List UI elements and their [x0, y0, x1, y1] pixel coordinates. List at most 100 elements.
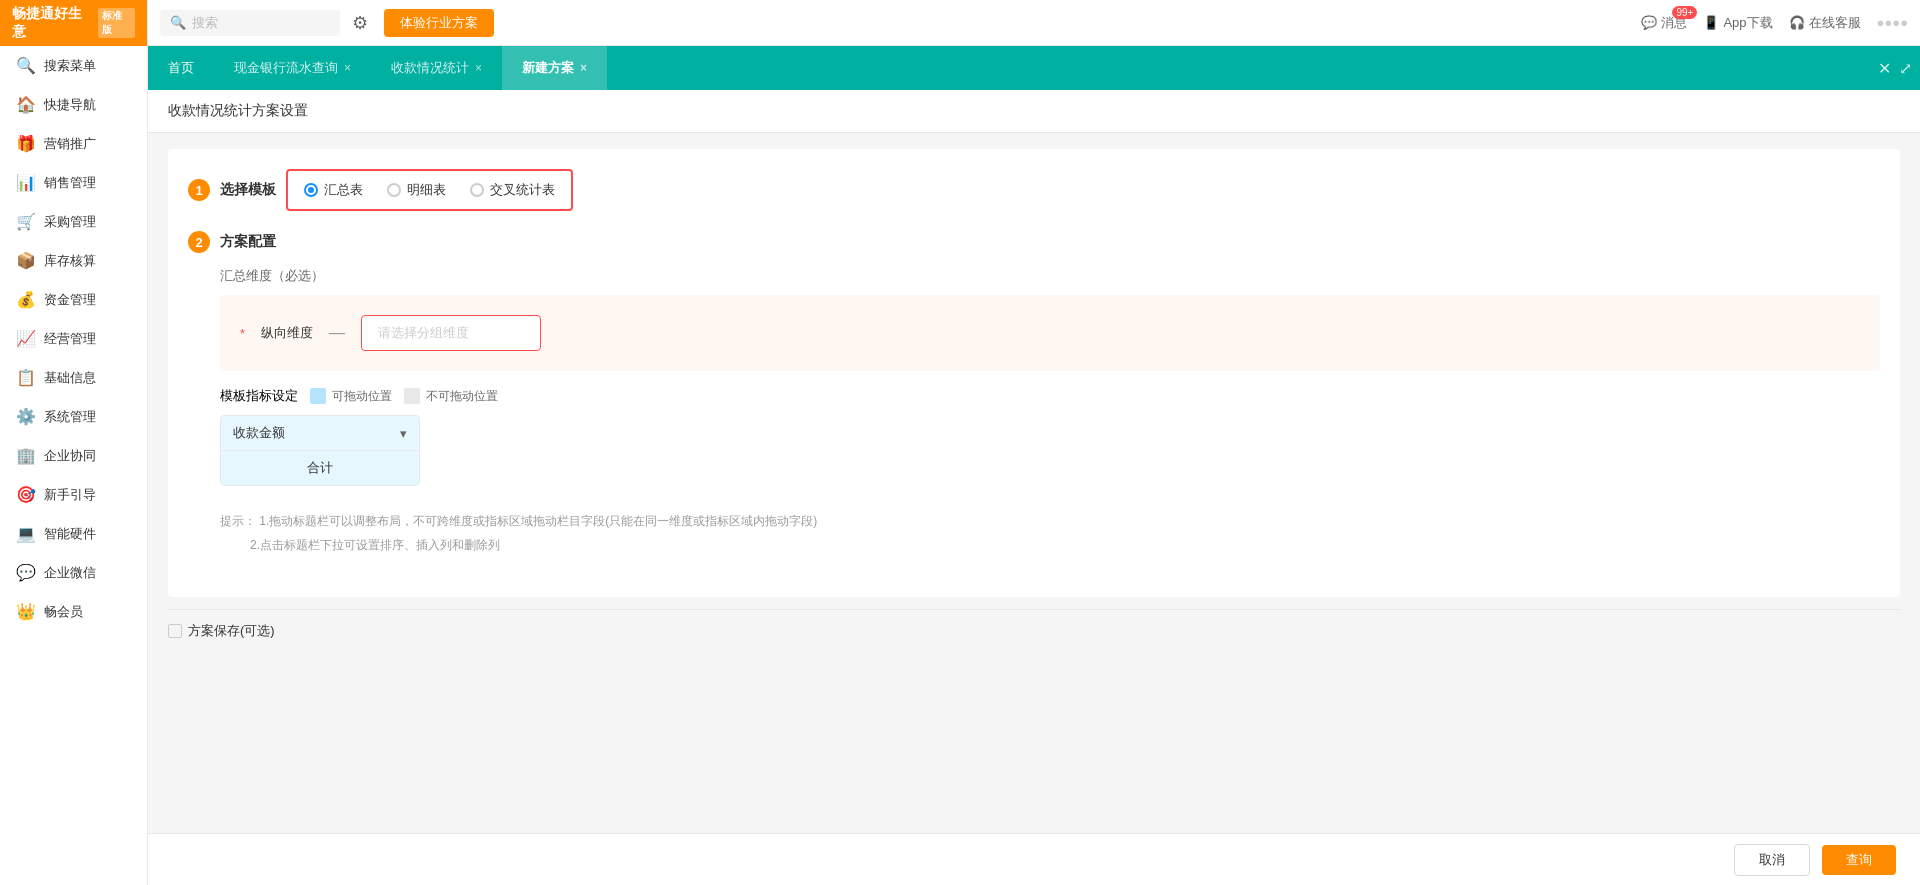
- sidebar-item-inventory[interactable]: 📦 库存核算: [0, 241, 147, 280]
- radio-cross-circle: [470, 183, 484, 197]
- user-avatar: ●●●●: [1877, 15, 1908, 30]
- legend-draggable-color: [310, 388, 326, 404]
- query-button[interactable]: 查询: [1822, 845, 1896, 875]
- settings-panel: 1 选择模板 汇总表 明细表: [168, 149, 1900, 597]
- sidebar-item-label: 企业协同: [44, 447, 96, 465]
- sidebar-item-smart-hw[interactable]: 💻 智能硬件: [0, 514, 147, 553]
- message-btn[interactable]: 💬 消息 99+: [1641, 14, 1687, 32]
- tab-bank-flow-close[interactable]: ×: [344, 61, 351, 75]
- sidebar-item-label: 采购管理: [44, 213, 96, 231]
- dimension-area: * 纵向维度 — 请选择分组维度: [220, 295, 1880, 371]
- page-content: 收款情况统计方案设置 1 选择模板 汇总表: [148, 90, 1920, 885]
- sidebar-item-member[interactable]: 👑 畅会员: [0, 592, 147, 631]
- sidebar-item-guide[interactable]: 🎯 新手引导: [0, 475, 147, 514]
- sidebar-item-label: 销售管理: [44, 174, 96, 192]
- page-header: 收款情况统计方案设置: [148, 90, 1920, 133]
- sales-icon: 📊: [16, 173, 36, 192]
- version-tag: 标准版: [98, 8, 135, 38]
- tab-new-plan-close[interactable]: ×: [580, 61, 587, 75]
- radio-summary-circle: [304, 183, 318, 197]
- search-bar[interactable]: 🔍 搜索: [160, 10, 340, 36]
- smart-hw-icon: 💻: [16, 524, 36, 543]
- inventory-icon: 📦: [16, 251, 36, 270]
- user-menu[interactable]: ●●●●: [1877, 15, 1908, 30]
- metrics-label-row: 模板指标设定 可拖动位置 不可拖动位置: [220, 387, 1880, 405]
- metrics-table-cell: 合计: [221, 451, 419, 485]
- step1-label: 选择模板: [220, 181, 276, 199]
- gear-icon[interactable]: ⚙: [348, 12, 372, 34]
- close-window-icon[interactable]: ✕: [1878, 59, 1891, 78]
- sidebar-item-sales[interactable]: 📊 销售管理: [0, 163, 147, 202]
- sidebar-item-label: 系统管理: [44, 408, 96, 426]
- sidebar-item-finance[interactable]: 💰 资金管理: [0, 280, 147, 319]
- sidebar-item-label: 搜索菜单: [44, 57, 96, 75]
- sidebar-item-wechat[interactable]: 💬 企业微信: [0, 553, 147, 592]
- sidebar-item-label: 基础信息: [44, 369, 96, 387]
- metrics-section-label: 模板指标设定: [220, 387, 298, 405]
- dimension-arrow: —: [329, 324, 345, 342]
- legend-nodrag-color: [404, 388, 420, 404]
- sidebar-item-label: 智能硬件: [44, 525, 96, 543]
- metrics-table-header[interactable]: 收款金额 ▾: [221, 416, 419, 451]
- tab-bank-flow[interactable]: 现金银行流水查询 ×: [214, 46, 371, 90]
- sidebar-item-label: 经营管理: [44, 330, 96, 348]
- search-placeholder: 搜索: [192, 14, 218, 32]
- tabbar: 首页 现金银行流水查询 × 收款情况统计 × 新建方案 × ✕ ⤢: [148, 46, 1920, 90]
- support-icon: 🎧: [1789, 15, 1805, 30]
- tab-home[interactable]: 首页: [148, 46, 214, 90]
- tab-collection-stat-label: 收款情况统计: [391, 59, 469, 77]
- member-icon: 👑: [16, 602, 36, 621]
- topbar-right: 💬 消息 99+ 📱 App下载 🎧 在线客服 ●●●●: [1641, 14, 1908, 32]
- sidebar-item-marketing[interactable]: 🎁 营销推广: [0, 124, 147, 163]
- radio-cross[interactable]: 交叉统计表: [470, 181, 555, 199]
- tab-bank-flow-label: 现金银行流水查询: [234, 59, 338, 77]
- radio-detail-label: 明细表: [407, 181, 446, 199]
- step2-number: 2: [188, 231, 210, 253]
- save-section: 方案保存(可选): [168, 609, 1900, 652]
- maximize-window-icon[interactable]: ⤢: [1899, 59, 1912, 78]
- legend-nodrag: 不可拖动位置: [404, 388, 498, 405]
- dimension-row: * 纵向维度 — 请选择分组维度: [240, 315, 1860, 351]
- basic-info-icon: 📋: [16, 368, 36, 387]
- save-checkbox[interactable]: 方案保存(可选): [168, 622, 1900, 640]
- enterprise-icon: 🏢: [16, 446, 36, 465]
- tips-section: 提示： 1.拖动标题栏可以调整布局，不可跨维度或指标区域拖动栏目字段(只能在同一…: [220, 509, 1880, 557]
- search-icon: 🔍: [170, 15, 186, 30]
- radio-cross-label: 交叉统计表: [490, 181, 555, 199]
- sidebar-item-search-menu[interactable]: 🔍 搜索菜单: [0, 46, 147, 85]
- sidebar-item-basic-info[interactable]: 📋 基础信息: [0, 358, 147, 397]
- radio-summary-label: 汇总表: [324, 181, 363, 199]
- step1-section: 1 选择模板 汇总表 明细表: [188, 169, 1880, 211]
- legend-nodrag-label: 不可拖动位置: [426, 388, 498, 405]
- app-download-btn[interactable]: 📱 App下载: [1703, 14, 1772, 32]
- radio-detail-circle: [387, 183, 401, 197]
- sidebar: 畅捷通好生意 标准版 🔍 搜索菜单 🏠 快捷导航 🎁 营销推广 📊 销售管理 🛒…: [0, 0, 148, 885]
- save-checkbox-box[interactable]: [168, 624, 182, 638]
- finance-icon: 💰: [16, 290, 36, 309]
- sidebar-item-system[interactable]: ⚙️ 系统管理: [0, 397, 147, 436]
- sidebar-item-operation[interactable]: 📈 经营管理: [0, 319, 147, 358]
- sidebar-item-quick-nav[interactable]: 🏠 快捷导航: [0, 85, 147, 124]
- sidebar-item-purchase[interactable]: 🛒 采购管理: [0, 202, 147, 241]
- save-checkbox-label: 方案保存(可选): [188, 622, 275, 640]
- tip2: 2.点击标题栏下拉可设置排序、插入列和删除列: [220, 533, 1880, 557]
- metrics-dropdown-icon[interactable]: ▾: [400, 426, 407, 441]
- tab-collection-stat[interactable]: 收款情况统计 ×: [371, 46, 502, 90]
- tab-collection-stat-close[interactable]: ×: [475, 61, 482, 75]
- sidebar-item-label: 企业微信: [44, 564, 96, 582]
- step1-number: 1: [188, 179, 210, 201]
- industry-btn[interactable]: 体验行业方案: [384, 9, 494, 37]
- tab-new-plan[interactable]: 新建方案 ×: [502, 46, 607, 90]
- tip2-text: 2.点击标题栏下拉可设置排序、插入列和删除列: [250, 538, 500, 552]
- radio-detail[interactable]: 明细表: [387, 181, 446, 199]
- logo-text: 畅捷通好生意: [12, 5, 94, 41]
- app-download-icon: 📱: [1703, 15, 1719, 30]
- cancel-button[interactable]: 取消: [1734, 844, 1810, 876]
- online-support-btn[interactable]: 🎧 在线客服: [1789, 14, 1861, 32]
- radio-summary[interactable]: 汇总表: [304, 181, 363, 199]
- sidebar-item-label: 资金管理: [44, 291, 96, 309]
- dimension-select[interactable]: 请选择分组维度: [361, 315, 541, 351]
- template-radio-group: 汇总表 明细表 交叉统计表: [286, 169, 573, 211]
- sidebar-item-enterprise[interactable]: 🏢 企业协同: [0, 436, 147, 475]
- tip1-text: 1.拖动标题栏可以调整布局，不可跨维度或指标区域拖动栏目字段(只能在同一维度或指…: [259, 514, 817, 528]
